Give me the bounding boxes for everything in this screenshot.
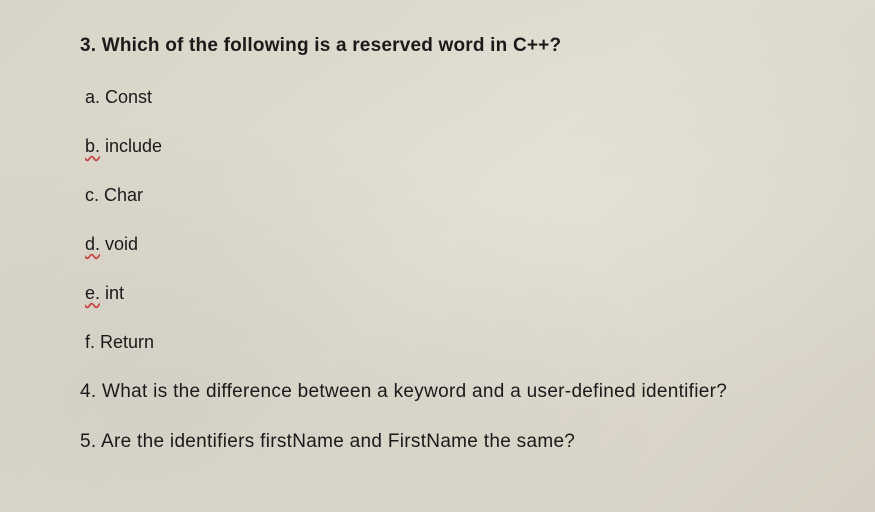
option-f: f. Return xyxy=(85,332,815,353)
option-label: e. xyxy=(85,283,100,303)
option-label: f. xyxy=(85,332,95,352)
option-text: Const xyxy=(105,87,152,107)
document-content: 3. Which of the following is a reserved … xyxy=(80,35,815,453)
option-text: Return xyxy=(100,332,154,352)
option-label: c. xyxy=(85,185,99,205)
option-text: void xyxy=(105,234,138,254)
option-e: e. int xyxy=(85,283,815,304)
option-text: Char xyxy=(104,185,143,205)
question-text: Are the identifiers firstName and FirstN… xyxy=(101,431,575,452)
option-text: int xyxy=(105,283,124,303)
option-c: c. Char xyxy=(85,185,815,206)
option-label: a. xyxy=(85,87,100,107)
question-text: Which of the following is a reserved wor… xyxy=(102,35,562,56)
question-number: 5. xyxy=(80,431,96,452)
question-5: 5. Are the identifiers firstName and Fir… xyxy=(80,431,815,453)
option-a: a. Const xyxy=(85,87,815,108)
option-label: b. xyxy=(85,136,100,156)
option-text: include xyxy=(105,136,162,156)
option-d: d. void xyxy=(85,234,815,255)
question-3: 3. Which of the following is a reserved … xyxy=(80,35,815,57)
question-text: What is the difference between a keyword… xyxy=(102,381,727,402)
question-number: 4. xyxy=(80,381,96,402)
question-4: 4. What is the difference between a keyw… xyxy=(80,381,815,403)
question-number: 3. xyxy=(80,35,96,56)
option-label: d. xyxy=(85,234,100,254)
option-b: b. include xyxy=(85,136,815,157)
